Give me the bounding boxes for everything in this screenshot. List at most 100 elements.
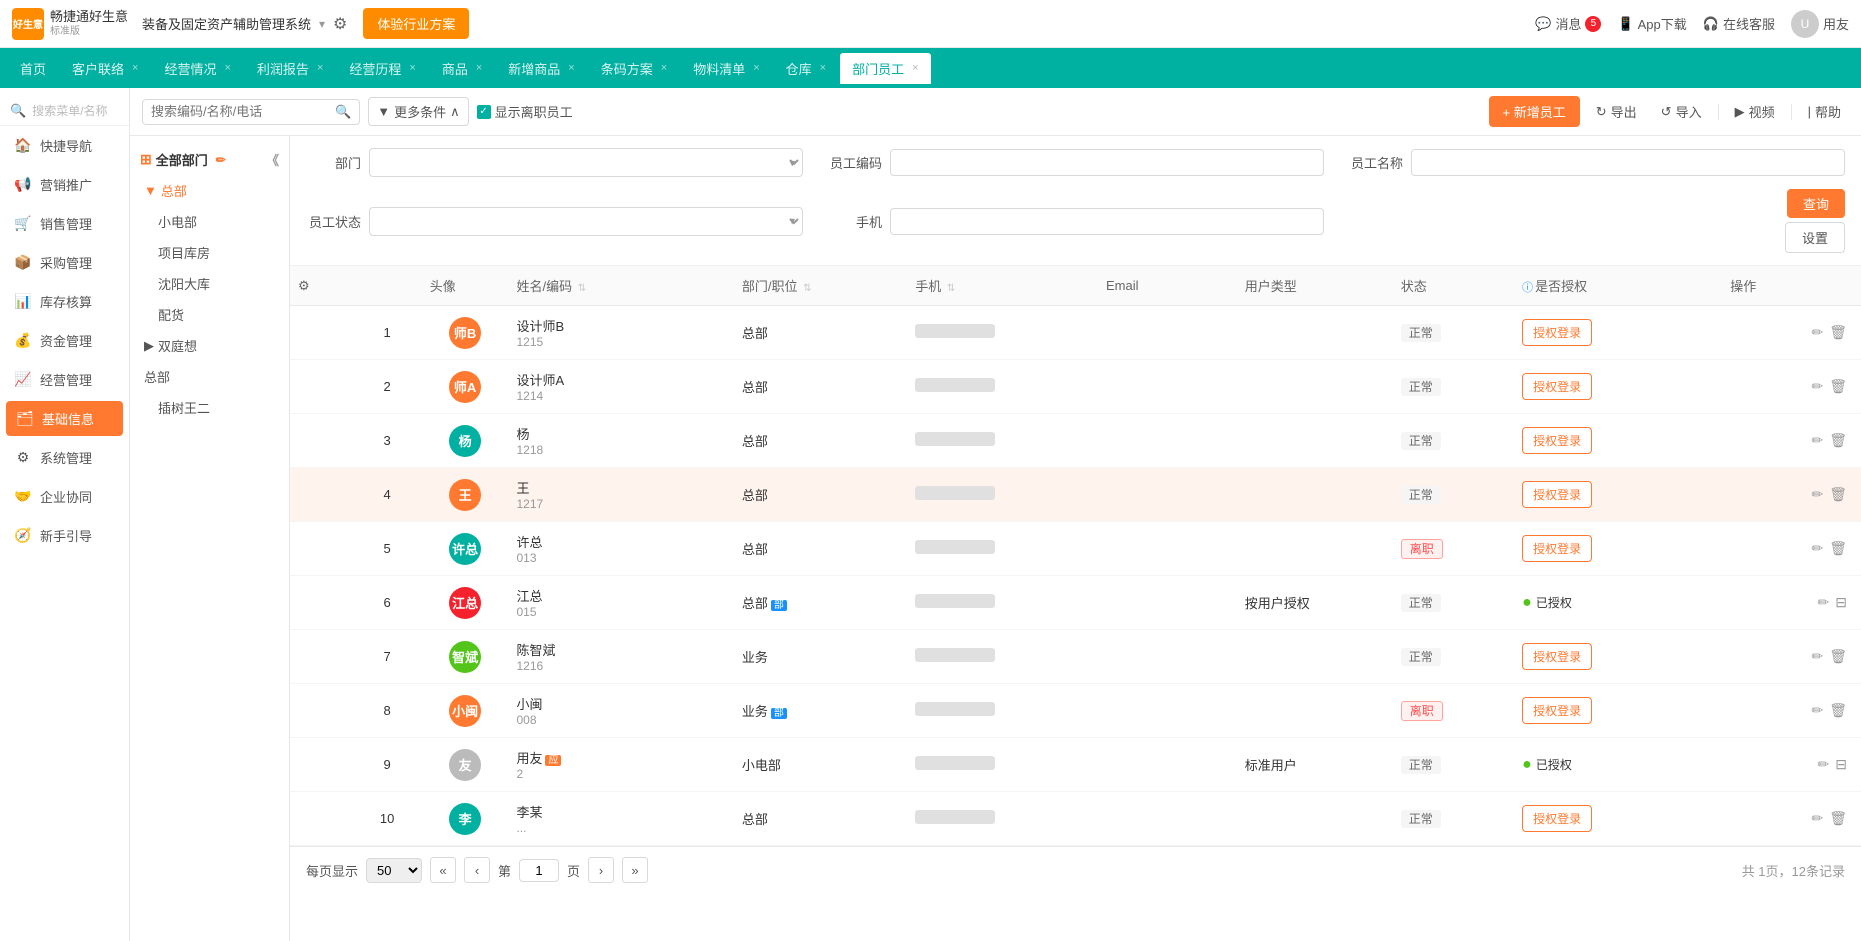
- edit-btn[interactable]: ✏: [1818, 756, 1830, 772]
- edit-btn[interactable]: ✏: [1811, 324, 1823, 340]
- last-page-btn[interactable]: »: [622, 857, 648, 883]
- tab-customer[interactable]: 客户联络×: [60, 53, 150, 84]
- tab-new-goods[interactable]: 新增商品×: [496, 53, 586, 84]
- dept-select-wrapper[interactable]: [369, 148, 803, 177]
- edit-btn[interactable]: ✏: [1811, 648, 1823, 664]
- emp-name-input[interactable]: [1411, 149, 1845, 176]
- dept-item-general[interactable]: ▼ 总部: [130, 175, 289, 206]
- col-dept[interactable]: 部门/职位 ⇅: [734, 266, 907, 306]
- auth-login-btn[interactable]: 授权登录: [1522, 805, 1592, 832]
- add-employee-button[interactable]: + 新增员工: [1489, 96, 1580, 127]
- close-icon[interactable]: ×: [317, 62, 323, 74]
- tab-process[interactable]: 经营历程×: [337, 53, 427, 84]
- trial-button[interactable]: 体验行业方案: [363, 8, 469, 39]
- auth-login-btn[interactable]: 授权登录: [1522, 643, 1592, 670]
- edit-btn[interactable]: ✏: [1811, 486, 1823, 502]
- view-btn[interactable]: ▶ 视频: [1727, 98, 1783, 125]
- dept-edit-icon[interactable]: ✏: [216, 153, 226, 167]
- tab-employee[interactable]: 部门员工×: [840, 53, 930, 84]
- edit-btn[interactable]: ✏: [1811, 378, 1823, 394]
- auth-login-btn[interactable]: 授权登录: [1522, 427, 1592, 454]
- auth-login-btn[interactable]: 授权登录: [1522, 373, 1592, 400]
- auth-login-btn[interactable]: 授权登录: [1522, 535, 1592, 562]
- sidebar-item-collab[interactable]: 🤝 企业协同: [0, 477, 129, 516]
- prev-page-btn[interactable]: ‹: [464, 857, 490, 883]
- edit-btn[interactable]: ✏: [1811, 702, 1823, 718]
- delete-btn[interactable]: 🗑: [1829, 486, 1847, 502]
- sidebar-item-quick-nav[interactable]: 🏠 快捷导航: [0, 126, 129, 165]
- per-page-select[interactable]: 50 100 200: [366, 858, 422, 883]
- import-btn[interactable]: ↺ 导入: [1653, 98, 1710, 125]
- close-icon[interactable]: ×: [912, 62, 918, 74]
- show-resigned-toggle[interactable]: ✓ 显示离职员工: [477, 102, 573, 121]
- dept-item-zongbu[interactable]: 总部: [130, 361, 289, 392]
- tab-profit[interactable]: 利润报告×: [245, 53, 335, 84]
- copy-btn[interactable]: ⊟: [1835, 756, 1847, 772]
- sidebar-item-basic[interactable]: 🗂 基础信息: [6, 401, 123, 436]
- sidebar-search[interactable]: 🔍 搜索菜单/名称: [0, 96, 129, 126]
- close-icon[interactable]: ×: [476, 62, 482, 74]
- dept-item-distribution[interactable]: 配货: [130, 299, 289, 330]
- close-icon[interactable]: ×: [568, 62, 574, 74]
- delete-btn[interactable]: 🗑: [1829, 378, 1847, 394]
- sidebar-item-system[interactable]: ⚙ 系统管理: [0, 438, 129, 477]
- edit-btn[interactable]: ✏: [1818, 594, 1830, 610]
- sidebar-item-finance[interactable]: 💰 资金管理: [0, 321, 129, 360]
- delete-btn[interactable]: 🗑: [1829, 702, 1847, 718]
- delete-btn[interactable]: 🗑: [1829, 810, 1847, 826]
- delete-btn[interactable]: 🗑: [1829, 648, 1847, 664]
- dept-select[interactable]: [369, 148, 803, 177]
- emp-status-select[interactable]: [369, 207, 803, 236]
- tab-home[interactable]: 首页: [8, 53, 58, 84]
- close-icon[interactable]: ×: [820, 62, 826, 74]
- close-icon[interactable]: ×: [753, 62, 759, 74]
- auth-login-btn[interactable]: 授权登录: [1522, 481, 1592, 508]
- col-settings[interactable]: ⚙: [290, 266, 352, 306]
- delete-btn[interactable]: 🗑: [1829, 324, 1847, 340]
- more-filter-btn[interactable]: ▼ 更多条件 ∧: [368, 97, 468, 126]
- edit-btn[interactable]: ✏: [1811, 810, 1823, 826]
- dept-item-putao[interactable]: 插树王二: [130, 392, 289, 423]
- search-box[interactable]: 🔍: [142, 99, 360, 125]
- sidebar-item-purchase[interactable]: 📦 采购管理: [0, 243, 129, 282]
- search-submit-icon[interactable]: 🔍: [335, 104, 351, 120]
- auth-login-btn[interactable]: 授权登录: [1522, 697, 1592, 724]
- emp-code-input[interactable]: [890, 149, 1324, 176]
- dept-item-xiaodibu[interactable]: 小电部: [130, 206, 289, 237]
- app-download-btn[interactable]: 📱 App下载: [1617, 14, 1686, 33]
- dept-item-shenyang[interactable]: 沈阳大库: [130, 268, 289, 299]
- close-icon[interactable]: ×: [409, 62, 415, 74]
- auth-login-btn[interactable]: 授权登录: [1522, 319, 1592, 346]
- phone-input[interactable]: [890, 208, 1324, 235]
- col-name[interactable]: 姓名/编码 ⇅: [508, 266, 733, 306]
- dropdown-arrow-icon[interactable]: ▾: [319, 17, 325, 31]
- page-input[interactable]: [519, 859, 559, 882]
- edit-btn[interactable]: ✏: [1811, 432, 1823, 448]
- sidebar-item-inventory[interactable]: 📊 库存核算: [0, 282, 129, 321]
- next-page-btn[interactable]: ›: [588, 857, 614, 883]
- query-button[interactable]: 查询: [1787, 189, 1845, 218]
- set-button[interactable]: 设置: [1785, 222, 1845, 253]
- sidebar-item-marketing[interactable]: 📢 营销推广: [0, 165, 129, 204]
- col-phone[interactable]: 手机 ⇅: [907, 266, 1098, 306]
- edit-btn[interactable]: ✏: [1811, 540, 1823, 556]
- user-area[interactable]: U 用友: [1791, 10, 1849, 38]
- copy-btn[interactable]: ⊟: [1835, 594, 1847, 610]
- dept-item-shuang[interactable]: ▶ 双庭想: [130, 330, 289, 361]
- dept-item-project[interactable]: 项目库房: [130, 237, 289, 268]
- emp-status-select-wrapper[interactable]: [369, 207, 803, 236]
- settings-icon[interactable]: ⚙: [333, 14, 347, 34]
- help-btn[interactable]: | 帮助: [1800, 98, 1849, 125]
- tab-warehouse[interactable]: 仓库×: [774, 53, 838, 84]
- dept-collapse-icon[interactable]: 《: [266, 150, 279, 169]
- first-page-btn[interactable]: «: [430, 857, 456, 883]
- export-btn[interactable]: ↻ 导出: [1588, 98, 1645, 125]
- delete-btn[interactable]: 🗑: [1829, 540, 1847, 556]
- delete-btn[interactable]: 🗑: [1829, 432, 1847, 448]
- sidebar-item-sales[interactable]: 🛒 销售管理: [0, 204, 129, 243]
- close-icon[interactable]: ×: [132, 62, 138, 74]
- message-btn[interactable]: 💬 消息 5: [1535, 14, 1601, 33]
- tab-barcode[interactable]: 条码方案×: [589, 53, 679, 84]
- close-icon[interactable]: ×: [224, 62, 230, 74]
- tab-goods[interactable]: 商品×: [430, 53, 494, 84]
